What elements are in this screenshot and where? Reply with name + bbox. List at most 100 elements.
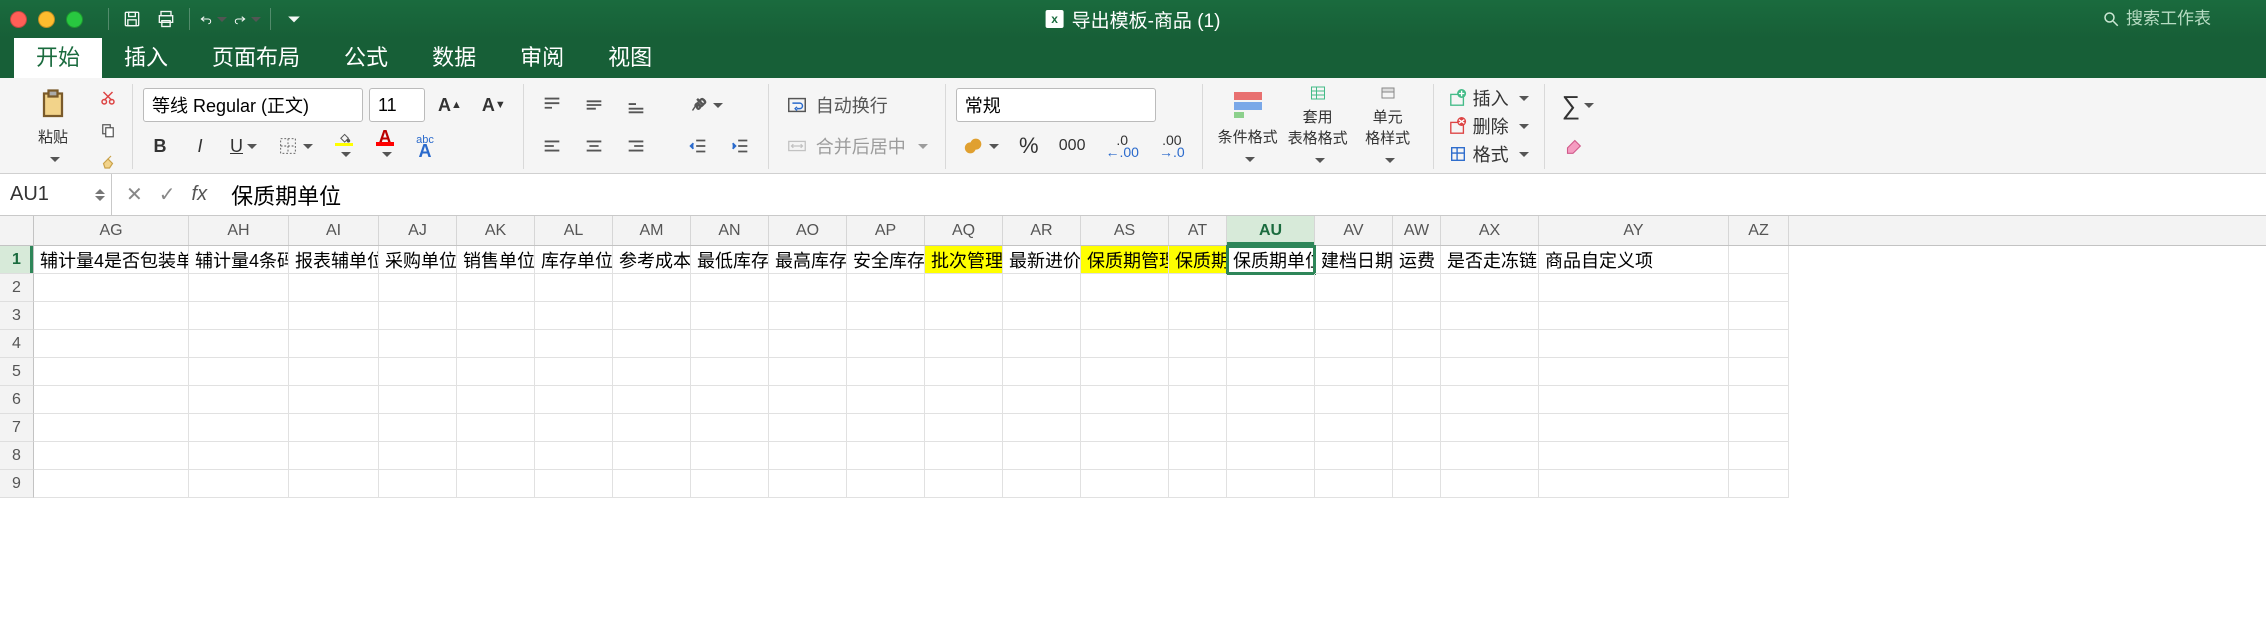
cell[interactable]: [535, 414, 613, 442]
cell[interactable]: [613, 414, 691, 442]
cell[interactable]: [34, 302, 189, 330]
cell[interactable]: [691, 442, 769, 470]
column-header[interactable]: AI: [289, 216, 379, 245]
cell[interactable]: [34, 442, 189, 470]
cell[interactable]: 保质期管理: [1081, 246, 1169, 274]
cell[interactable]: [34, 386, 189, 414]
column-header[interactable]: AY: [1539, 216, 1729, 245]
save-button[interactable]: [118, 5, 146, 33]
orientation-button[interactable]: ab: [680, 88, 730, 122]
decrease-font-button[interactable]: A▼: [475, 88, 513, 122]
column-header[interactable]: AL: [535, 216, 613, 245]
cell[interactable]: [1441, 386, 1539, 414]
tab-insert[interactable]: 插入: [102, 33, 190, 78]
cell[interactable]: [1003, 470, 1081, 498]
cell[interactable]: [691, 358, 769, 386]
cell[interactable]: [925, 386, 1003, 414]
wrap-text-button[interactable]: 自动换行: [779, 88, 895, 122]
cell[interactable]: [1003, 386, 1081, 414]
cell[interactable]: [457, 330, 535, 358]
cell[interactable]: 最低库存: [691, 246, 769, 274]
cell[interactable]: 建档日期: [1315, 246, 1393, 274]
cell[interactable]: 商品自定义项: [1539, 246, 1729, 274]
cell[interactable]: [1393, 386, 1441, 414]
cell[interactable]: [189, 330, 289, 358]
cell[interactable]: 参考成本: [613, 246, 691, 274]
cell[interactable]: [1227, 386, 1315, 414]
cell[interactable]: [1227, 442, 1315, 470]
cell[interactable]: 采购单位: [379, 246, 457, 274]
column-header[interactable]: AK: [457, 216, 535, 245]
cell[interactable]: [925, 274, 1003, 302]
cell[interactable]: [1169, 470, 1227, 498]
cell[interactable]: [1393, 414, 1441, 442]
column-header[interactable]: AG: [34, 216, 189, 245]
cell[interactable]: [1315, 470, 1393, 498]
cell[interactable]: [1539, 274, 1729, 302]
cell[interactable]: [769, 358, 847, 386]
cell[interactable]: [1227, 330, 1315, 358]
delete-cells-button[interactable]: 删除: [1444, 112, 1534, 140]
underline-button[interactable]: U: [223, 129, 264, 163]
row-header[interactable]: 6: [0, 386, 34, 414]
cell[interactable]: 运费: [1393, 246, 1441, 274]
cell[interactable]: [34, 358, 189, 386]
increase-decimal-button[interactable]: .0←.00: [1098, 129, 1145, 163]
cell[interactable]: [289, 442, 379, 470]
select-all-button[interactable]: [0, 216, 34, 245]
cell[interactable]: [34, 330, 189, 358]
column-header[interactable]: AT: [1169, 216, 1227, 245]
maximize-window-button[interactable]: [66, 11, 83, 28]
cut-button[interactable]: [94, 84, 122, 112]
cell[interactable]: [535, 386, 613, 414]
column-header[interactable]: AJ: [379, 216, 457, 245]
cell[interactable]: [1315, 302, 1393, 330]
cell[interactable]: 是否走冻链: [1441, 246, 1539, 274]
copy-button[interactable]: [94, 116, 122, 144]
confirm-formula-button[interactable]: ✓: [159, 182, 176, 207]
cell[interactable]: [1227, 358, 1315, 386]
cell[interactable]: [1539, 330, 1729, 358]
row-header[interactable]: 7: [0, 414, 34, 442]
cell[interactable]: [1003, 302, 1081, 330]
clear-button[interactable]: [1555, 129, 1591, 163]
cell[interactable]: [1003, 274, 1081, 302]
cell[interactable]: [1315, 442, 1393, 470]
merge-center-button[interactable]: 合并后居中: [779, 129, 935, 163]
cell[interactable]: [1003, 330, 1081, 358]
cell[interactable]: [1169, 302, 1227, 330]
cell[interactable]: [379, 414, 457, 442]
search-box[interactable]: [2102, 9, 2256, 29]
cell[interactable]: [691, 386, 769, 414]
cell[interactable]: 报表辅单位: [289, 246, 379, 274]
cell[interactable]: 销售单位: [457, 246, 535, 274]
cell[interactable]: [189, 358, 289, 386]
cell[interactable]: [1393, 358, 1441, 386]
cell[interactable]: [1441, 302, 1539, 330]
cell[interactable]: [1393, 274, 1441, 302]
cell[interactable]: [535, 330, 613, 358]
conditional-format-button[interactable]: 条件格式: [1213, 84, 1283, 168]
phonetic-button[interactable]: abcA: [408, 129, 442, 163]
cell[interactable]: 辅计量4是否包装单位: [34, 246, 189, 274]
column-header[interactable]: AR: [1003, 216, 1081, 245]
cell[interactable]: [769, 302, 847, 330]
cell[interactable]: 保质期单位: [1227, 246, 1315, 274]
cell[interactable]: [847, 302, 925, 330]
redo-button[interactable]: [233, 5, 261, 33]
customize-qat-button[interactable]: [280, 5, 308, 33]
cell[interactable]: [613, 302, 691, 330]
cancel-formula-button[interactable]: ✕: [126, 182, 143, 207]
cell[interactable]: [1003, 414, 1081, 442]
cell[interactable]: [1169, 358, 1227, 386]
decrease-decimal-button[interactable]: .00→.0: [1152, 129, 1192, 163]
cell[interactable]: [457, 414, 535, 442]
cell[interactable]: [1539, 386, 1729, 414]
cell[interactable]: [379, 442, 457, 470]
format-cells-button[interactable]: 格式: [1444, 140, 1534, 168]
cell[interactable]: [691, 470, 769, 498]
column-header[interactable]: AU: [1227, 216, 1315, 245]
cell[interactable]: [379, 470, 457, 498]
cell[interactable]: [535, 442, 613, 470]
cell[interactable]: [769, 274, 847, 302]
